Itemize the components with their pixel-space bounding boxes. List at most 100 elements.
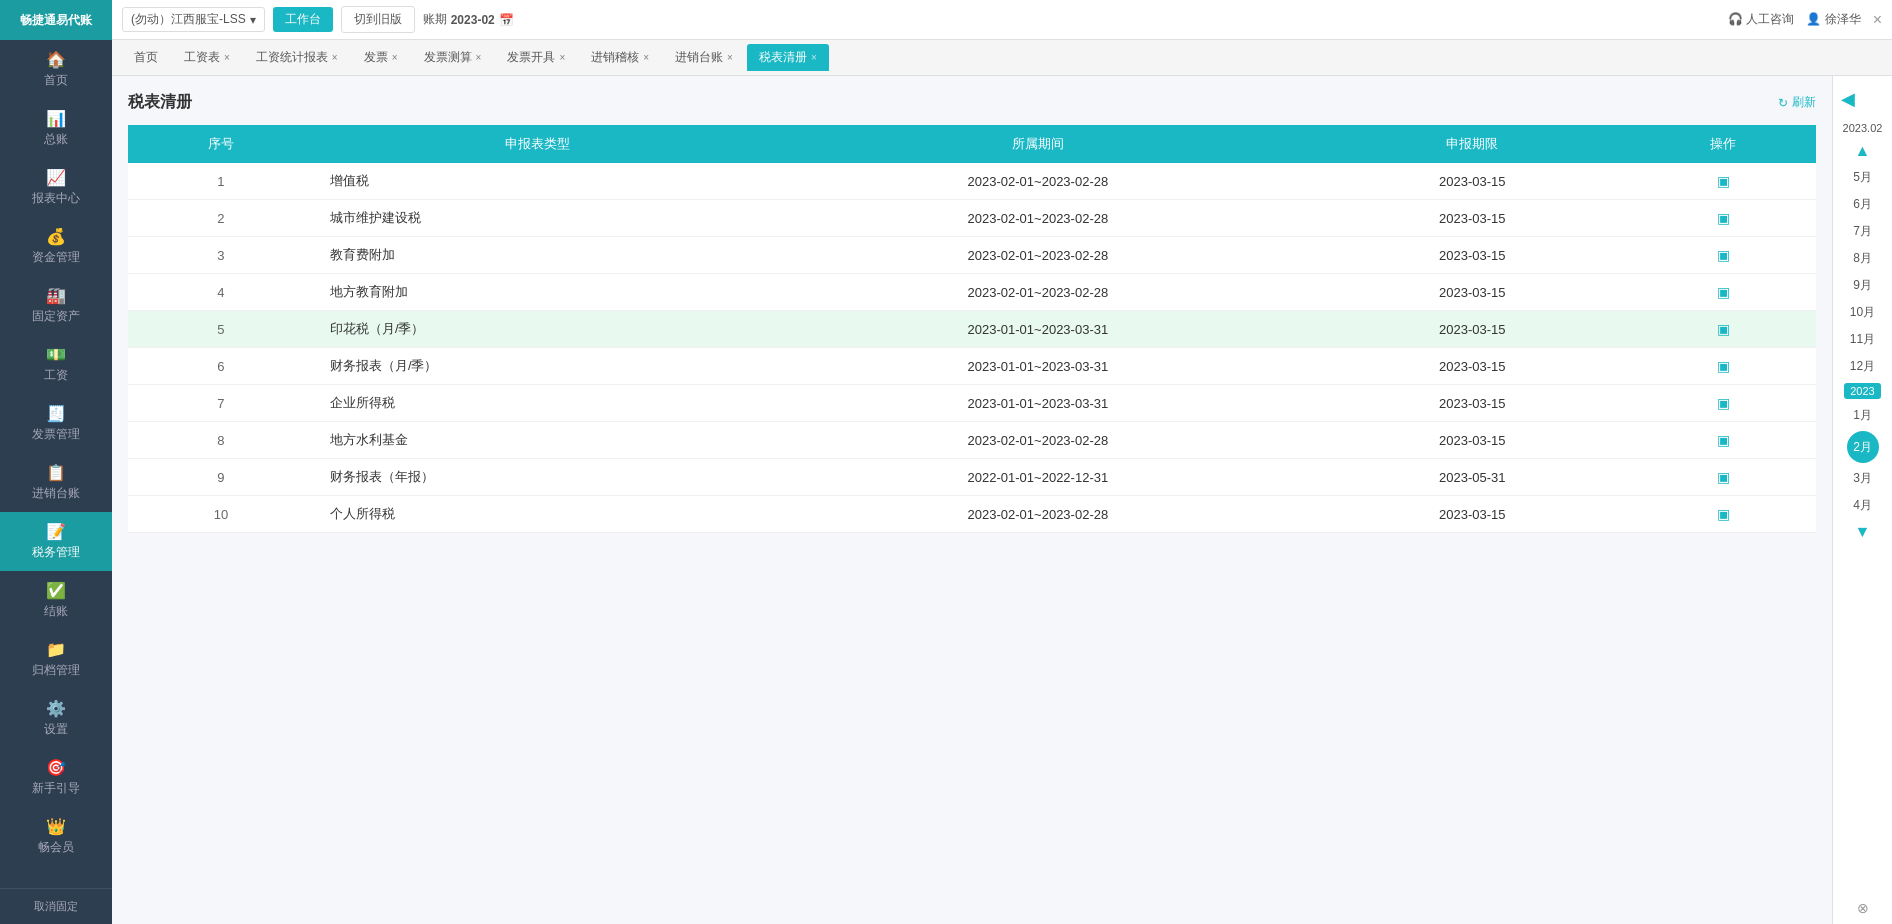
sidebar-item-settle[interactable]: ✅结账 (0, 571, 112, 630)
sidebar-item-member[interactable]: 👑畅会员 (0, 807, 112, 866)
tab-close-icon[interactable]: × (476, 52, 482, 63)
tab-进销稽核[interactable]: 进销稽核 × (579, 44, 661, 71)
action-icon[interactable]: ▣ (1717, 173, 1730, 189)
tab-进销台账[interactable]: 进销台账 × (663, 44, 745, 71)
cell-action[interactable]: ▣ (1630, 200, 1816, 237)
sidebar-item-archive[interactable]: 📁归档管理 (0, 630, 112, 689)
table-row: 10 个人所得税 2023-02-01~2023-02-28 2023-03-1… (128, 496, 1816, 533)
calendar-icon[interactable]: 📅 (499, 13, 514, 27)
cell-action[interactable]: ▣ (1630, 459, 1816, 496)
year-2023-badge[interactable]: 2023 (1844, 383, 1880, 399)
action-icon[interactable]: ▣ (1717, 395, 1730, 411)
page-title: 税表清册 (128, 92, 192, 113)
cell-action[interactable]: ▣ (1630, 274, 1816, 311)
cell-period: 2023-02-01~2023-02-28 (761, 274, 1314, 311)
period-month-4月[interactable]: 4月 (1847, 492, 1879, 519)
period-month-2月[interactable]: 2月 (1847, 431, 1879, 463)
settings-icon: ⚙️ (46, 699, 66, 718)
cell-action[interactable]: ▣ (1630, 311, 1816, 348)
cell-action[interactable]: ▣ (1630, 496, 1816, 533)
close-icon[interactable]: × (1873, 11, 1882, 29)
cell-deadline: 2023-03-15 (1314, 274, 1630, 311)
sidebar-item-assets[interactable]: 🏭固定资产 (0, 276, 112, 335)
period-month-10月[interactable]: 10月 (1850, 299, 1875, 326)
period-month-9月[interactable]: 9月 (1850, 272, 1875, 299)
action-icon[interactable]: ▣ (1717, 469, 1730, 485)
period-collapse-icon[interactable]: ⊗ (1853, 896, 1873, 920)
tab-发票开具[interactable]: 发票开具 × (495, 44, 577, 71)
period-month-8月[interactable]: 8月 (1850, 245, 1875, 272)
action-icon[interactable]: ▣ (1717, 321, 1730, 337)
period-month-1月[interactable]: 1月 (1847, 402, 1879, 429)
sidebar-item-tax[interactable]: 📝税务管理 (0, 512, 112, 571)
tab-close-icon[interactable]: × (224, 52, 230, 63)
company-selector[interactable]: (勿动）江西服宝-LSS ▾ (122, 7, 265, 32)
tabbar: 首页工资表 ×工资统计报表 ×发票 ×发票测算 ×发票开具 ×进销稽核 ×进销台… (112, 40, 1892, 76)
tab-close-icon[interactable]: × (811, 52, 817, 63)
period-month-6月[interactable]: 6月 (1850, 191, 1875, 218)
workspace-button[interactable]: 工作台 (273, 7, 333, 32)
cell-action[interactable]: ▣ (1630, 385, 1816, 422)
sidebar-item-report[interactable]: 📈报表中心 (0, 158, 112, 217)
cell-deadline: 2023-03-15 (1314, 348, 1630, 385)
tab-发票[interactable]: 发票 × (352, 44, 410, 71)
action-icon[interactable]: ▣ (1717, 210, 1730, 226)
action-icon[interactable]: ▣ (1717, 506, 1730, 522)
action-icon[interactable]: ▣ (1717, 432, 1730, 448)
period-expand-icon[interactable]: ◀ (1833, 80, 1863, 118)
sidebar-item-fund[interactable]: 💰资金管理 (0, 217, 112, 276)
cell-deadline: 2023-05-31 (1314, 459, 1630, 496)
period-nav-down[interactable]: ▼ (1851, 519, 1875, 545)
action-icon[interactable]: ▣ (1717, 247, 1730, 263)
cell-deadline: 2023-03-15 (1314, 237, 1630, 274)
tab-close-icon[interactable]: × (332, 52, 338, 63)
period-month-3月[interactable]: 3月 (1847, 465, 1879, 492)
tab-发票测算[interactable]: 发票测算 × (412, 44, 494, 71)
unpin-button[interactable]: 取消固定 (0, 888, 112, 924)
human-service-button[interactable]: 🎧 人工咨询 (1728, 11, 1794, 28)
period-header: 2023.02 (1843, 118, 1883, 138)
sidebar-item-label: 设置 (44, 721, 68, 738)
cell-type: 地方教育附加 (314, 274, 761, 311)
table-row: 8 地方水利基金 2023-02-01~2023-02-28 2023-03-1… (128, 422, 1816, 459)
tab-close-icon[interactable]: × (727, 52, 733, 63)
user-info[interactable]: 👤 徐泽华 (1806, 11, 1860, 28)
cell-action[interactable]: ▣ (1630, 422, 1816, 459)
period-month-11月[interactable]: 11月 (1850, 326, 1875, 353)
sidebar-item-purchase[interactable]: 📋进销台账 (0, 453, 112, 512)
period-month-5月[interactable]: 5月 (1850, 164, 1875, 191)
sidebar-item-settings[interactable]: ⚙️ 设置 (0, 689, 112, 748)
sidebar-item-label: 总账 (44, 131, 68, 148)
sidebar-item-salary[interactable]: 💵工资 (0, 335, 112, 394)
refresh-button[interactable]: ↻ 刷新 (1778, 94, 1816, 111)
tab-工资表[interactable]: 工资表 × (172, 44, 242, 71)
cell-type: 城市维护建设税 (314, 200, 761, 237)
period-nav-up[interactable]: ▲ (1851, 138, 1875, 164)
action-icon[interactable]: ▣ (1717, 358, 1730, 374)
sidebar-item-home[interactable]: 🏠首页 (0, 40, 112, 99)
tax-table: 序号申报表类型所属期间申报期限操作 1 增值税 2023-02-01~2023-… (128, 125, 1816, 533)
sidebar-item-guide[interactable]: 🎯新手引导 (0, 748, 112, 807)
cell-action[interactable]: ▣ (1630, 348, 1816, 385)
period-month-12月[interactable]: 12月 (1850, 353, 1875, 380)
tab-close-icon[interactable]: × (643, 52, 649, 63)
sidebar-item-label: 工资 (44, 367, 68, 384)
tab-工资统计报表[interactable]: 工资统计报表 × (244, 44, 350, 71)
tab-税表清册[interactable]: 税表清册 × (747, 44, 829, 71)
sidebar-item-label: 固定资产 (32, 308, 80, 325)
cell-action[interactable]: ▣ (1630, 163, 1816, 200)
action-icon[interactable]: ▣ (1717, 284, 1730, 300)
tax-icon: 📝 (46, 522, 66, 541)
company-name: (勿动）江西服宝-LSS (131, 11, 246, 28)
switch-version-button[interactable]: 切到旧版 (341, 6, 415, 33)
cell-action[interactable]: ▣ (1630, 237, 1816, 274)
tab-首页[interactable]: 首页 (122, 44, 170, 71)
cell-period: 2023-01-01~2023-03-31 (761, 311, 1314, 348)
sidebar-item-invoice[interactable]: 🧾发票管理 (0, 394, 112, 453)
sidebar-item-label: 首页 (44, 72, 68, 89)
sidebar-item-ledger[interactable]: 📊总账 (0, 99, 112, 158)
user-avatar-icon: 👤 (1806, 12, 1821, 26)
tab-close-icon[interactable]: × (559, 52, 565, 63)
period-month-7月[interactable]: 7月 (1850, 218, 1875, 245)
tab-close-icon[interactable]: × (392, 52, 398, 63)
